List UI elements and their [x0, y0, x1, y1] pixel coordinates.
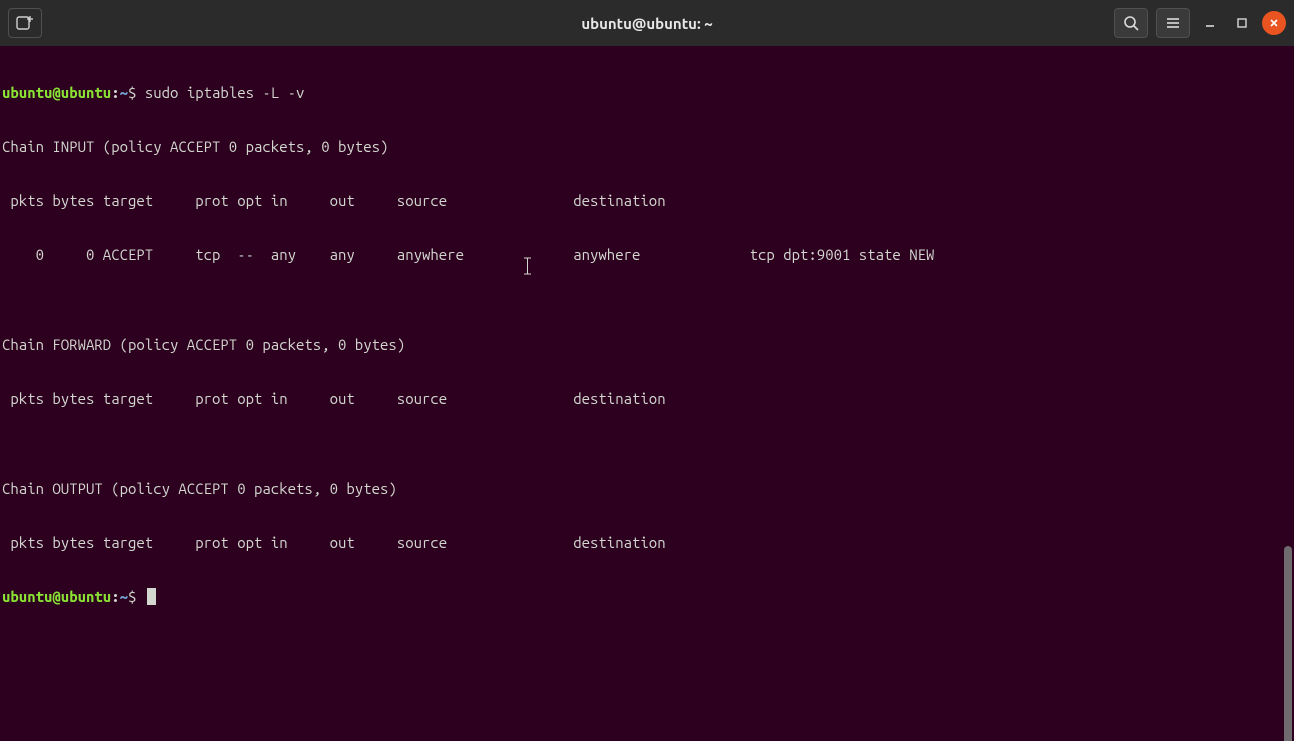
prompt-line-2: ubuntu@ubuntu:~$ — [2, 588, 1292, 606]
output-line: pkts bytes target prot opt in out source… — [2, 534, 1292, 552]
prompt-user-host: ubuntu@ubuntu — [2, 588, 111, 605]
terminal-body[interactable]: ubuntu@ubuntu:~$ sudo iptables -L -v Cha… — [0, 46, 1294, 741]
command-text: sudo iptables -L -v — [145, 84, 305, 101]
menu-button[interactable] — [1156, 8, 1190, 38]
close-icon — [1268, 17, 1280, 29]
prompt-line-1: ubuntu@ubuntu:~$ sudo iptables -L -v — [2, 84, 1292, 102]
hamburger-icon — [1165, 15, 1181, 31]
scrollbar[interactable] — [1282, 46, 1292, 741]
close-button[interactable] — [1262, 11, 1286, 35]
prompt-path: ~ — [120, 84, 128, 101]
prompt-colon: : — [111, 84, 119, 101]
output-line: Chain FORWARD (policy ACCEPT 0 packets, … — [2, 336, 1292, 354]
scrollbar-thumb[interactable] — [1284, 546, 1292, 741]
maximize-button[interactable] — [1230, 11, 1254, 35]
new-tab-icon — [16, 14, 34, 32]
titlebar-left — [8, 8, 42, 38]
mouse-text-cursor — [523, 221, 532, 239]
maximize-icon — [1236, 17, 1248, 29]
titlebar-right — [1114, 8, 1286, 38]
titlebar: ubuntu@ubuntu: ~ — [0, 0, 1294, 46]
new-tab-button[interactable] — [8, 8, 42, 38]
output-line: Chain INPUT (policy ACCEPT 0 packets, 0 … — [2, 138, 1292, 156]
prompt-path: ~ — [120, 588, 128, 605]
terminal-window: ubuntu@ubuntu: ~ — [0, 0, 1294, 741]
prompt-user-host: ubuntu@ubuntu — [2, 84, 111, 101]
output-line: pkts bytes target prot opt in out source… — [2, 192, 1292, 210]
output-line: Chain OUTPUT (policy ACCEPT 0 packets, 0… — [2, 480, 1292, 498]
block-cursor — [147, 588, 156, 605]
minimize-button[interactable] — [1198, 11, 1222, 35]
output-line: pkts bytes target prot opt in out source… — [2, 390, 1292, 408]
minimize-icon — [1204, 17, 1216, 29]
search-button[interactable] — [1114, 8, 1148, 38]
prompt-colon: : — [111, 588, 119, 605]
output-line: 0 0 ACCEPT tcp -- any any anywhere anywh… — [2, 246, 1292, 264]
window-title: ubuntu@ubuntu: ~ — [0, 15, 1294, 32]
search-icon — [1123, 15, 1139, 31]
